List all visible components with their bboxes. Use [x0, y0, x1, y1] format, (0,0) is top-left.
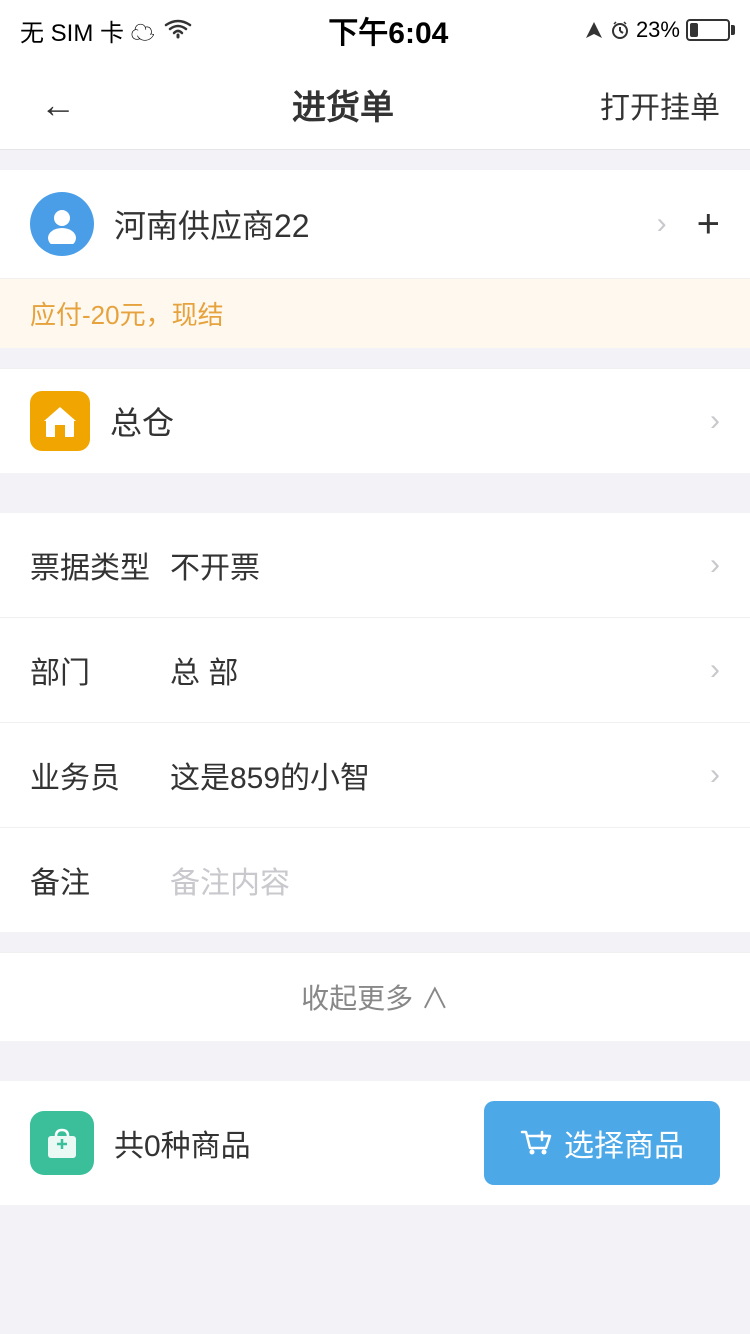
collapse-row[interactable]: 收起更多 ∧	[0, 952, 750, 1041]
divider-1	[0, 348, 750, 368]
supplier-avatar	[30, 192, 94, 256]
top-divider	[0, 150, 750, 170]
supplier-alert: 应付-20元，现结	[0, 279, 750, 348]
warehouse-section: 总仓 ›	[0, 368, 750, 473]
salesperson-chevron-icon[interactable]: ›	[710, 758, 720, 792]
divider-3	[0, 1041, 750, 1061]
department-label: 部门	[30, 648, 150, 692]
supplier-name: 河南供应商22	[114, 201, 657, 247]
warehouse-name: 总仓	[110, 398, 710, 444]
product-bag-icon	[30, 1111, 94, 1175]
status-bar: 无 SIM 卡 ☁ 下午6:04 23%	[0, 0, 750, 60]
select-product-label: 选择商品	[564, 1121, 684, 1165]
select-product-button[interactable]: 选择商品	[484, 1101, 720, 1185]
remark-label: 备注	[30, 858, 150, 902]
salesperson-row[interactable]: 业务员 这是859的小智 ›	[0, 723, 750, 828]
remark-row[interactable]: 备注 备注内容	[0, 828, 750, 932]
wifi-icon	[163, 19, 193, 41]
product-count: 共0种商品	[114, 1121, 484, 1165]
department-chevron-icon[interactable]: ›	[710, 653, 720, 687]
cart-add-icon	[520, 1130, 552, 1156]
invoice-row[interactable]: 票据类型 不开票 ›	[0, 513, 750, 618]
person-icon	[42, 204, 82, 244]
page-title: 进货单	[292, 80, 394, 129]
alarm-icon	[610, 20, 630, 40]
sim-status: 无 SIM 卡 ☁	[20, 13, 155, 48]
back-button[interactable]: ←	[30, 74, 86, 136]
add-supplier-button[interactable]: +	[697, 202, 720, 247]
department-value: 总 部	[150, 648, 710, 692]
remark-input[interactable]: 备注内容	[150, 858, 720, 902]
supplier-actions: › +	[657, 202, 720, 247]
salesperson-value: 这是859的小智	[150, 753, 710, 797]
warehouse-icon	[30, 391, 90, 451]
shopping-bag-icon	[43, 1124, 81, 1162]
supplier-row[interactable]: 河南供应商22 › +	[0, 170, 750, 279]
status-left: 无 SIM 卡 ☁	[20, 13, 193, 48]
warehouse-chevron-icon[interactable]: ›	[710, 404, 720, 438]
status-time: 下午6:04	[328, 8, 448, 52]
location-icon	[584, 20, 604, 40]
department-row[interactable]: 部门 总 部 ›	[0, 618, 750, 723]
divider-2	[0, 473, 750, 493]
form-section: 票据类型 不开票 › 部门 总 部 › 业务员 这是859的小智 › 备注 备注…	[0, 513, 750, 932]
invoice-value: 不开票	[150, 543, 710, 587]
bottom-bar: 共0种商品 选择商品	[0, 1081, 750, 1205]
invoice-label: 票据类型	[30, 543, 150, 587]
supplier-section: 河南供应商22 › + 应付-20元，现结	[0, 170, 750, 348]
supplier-chevron-icon[interactable]: ›	[657, 207, 667, 241]
warehouse-building-icon	[42, 403, 78, 439]
nav-bar: ← 进货单 打开挂单	[0, 60, 750, 150]
invoice-chevron-icon[interactable]: ›	[710, 548, 720, 582]
salesperson-label: 业务员	[30, 753, 150, 797]
open-pending-button[interactable]: 打开挂单	[600, 83, 720, 127]
battery-icon	[686, 19, 730, 41]
status-right: 23%	[584, 17, 730, 43]
warehouse-row[interactable]: 总仓 ›	[0, 368, 750, 473]
battery-percent: 23%	[636, 17, 680, 43]
